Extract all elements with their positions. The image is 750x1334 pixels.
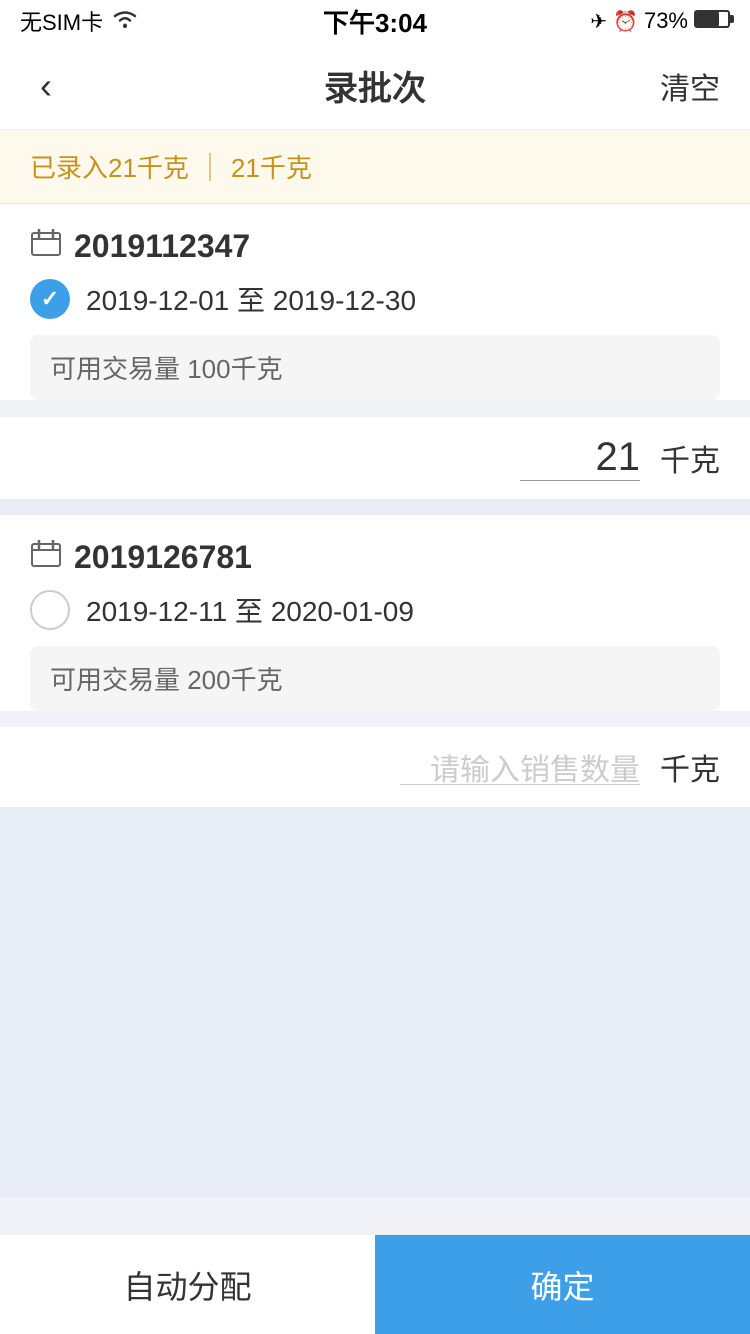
batch-header-2: 2019126781 bbox=[30, 539, 720, 576]
batch-icon-2 bbox=[30, 540, 62, 575]
amount-value-1: 21 bbox=[596, 435, 641, 479]
wifi-icon bbox=[111, 7, 139, 35]
status-right: ✈ ⏰ 73% bbox=[590, 8, 730, 34]
amount-input-1[interactable]: 21 bbox=[520, 435, 640, 481]
placeholder-area-2: 请输入销售数量 千克 bbox=[0, 727, 750, 807]
radio-checked-1[interactable]: ✓ bbox=[30, 279, 70, 319]
battery-icon bbox=[694, 8, 730, 34]
bottom-spacer bbox=[0, 807, 750, 1197]
qty-placeholder-2: 请输入销售数量 bbox=[430, 745, 640, 789]
page-title: 录批次 bbox=[324, 61, 426, 110]
available-qty-1: 可用交易量 100千克 bbox=[30, 335, 720, 400]
nav-bar: ‹ 录批次 清空 bbox=[0, 42, 750, 130]
location-icon: ✈ bbox=[590, 9, 607, 34]
qty-input-2[interactable]: 请输入销售数量 bbox=[400, 749, 640, 785]
batch-row-2[interactable]: 2019-12-11 至 2020-01-09 bbox=[30, 590, 720, 630]
batch-id-2: 2019126781 bbox=[74, 539, 252, 576]
summary-divider bbox=[209, 153, 211, 181]
available-qty-2: 可用交易量 200千克 bbox=[30, 646, 720, 711]
confirm-button[interactable]: 确定 bbox=[375, 1235, 750, 1334]
status-time: 下午3:04 bbox=[323, 3, 427, 40]
back-button[interactable]: ‹ bbox=[30, 55, 62, 117]
summary-amount: 21千克 bbox=[231, 148, 312, 185]
clear-button[interactable]: 清空 bbox=[660, 64, 720, 108]
separator-1 bbox=[0, 499, 750, 515]
checkmark-1: ✓ bbox=[41, 286, 59, 312]
status-bar: 无SIM卡 下午3:04 ✈ ⏰ 73% bbox=[0, 0, 750, 42]
radio-unchecked-2[interactable] bbox=[30, 590, 70, 630]
batch-item-1: 2019112347 ✓ 2019-12-01 至 2019-12-30 可用交… bbox=[0, 204, 750, 400]
bottom-buttons: 自动分配 确定 bbox=[0, 1234, 750, 1334]
summary-banner: 已录入21千克 21千克 bbox=[0, 130, 750, 204]
auto-distribute-button[interactable]: 自动分配 bbox=[0, 1235, 375, 1334]
alarm-icon: ⏰ bbox=[613, 9, 638, 34]
batch-header-1: 2019112347 bbox=[30, 228, 720, 265]
batch-item-2: 2019126781 2019-12-11 至 2020-01-09 可用交易量… bbox=[0, 515, 750, 711]
carrier-text: 无SIM卡 bbox=[20, 5, 103, 37]
qty-unit-2: 千克 bbox=[660, 745, 720, 789]
batch-id-1: 2019112347 bbox=[74, 228, 250, 265]
status-left: 无SIM卡 bbox=[20, 5, 139, 37]
recorded-label: 已录入21千克 bbox=[30, 148, 189, 185]
amount-area-1: 21 千克 bbox=[0, 416, 750, 499]
batch-date-1: 2019-12-01 至 2019-12-30 bbox=[86, 279, 416, 319]
batch-icon-1 bbox=[30, 229, 62, 264]
batch-row-1[interactable]: ✓ 2019-12-01 至 2019-12-30 bbox=[30, 279, 720, 319]
battery-pct: 73% bbox=[644, 8, 688, 34]
amount-unit-1: 千克 bbox=[660, 436, 720, 480]
batch-date-2: 2019-12-11 至 2020-01-09 bbox=[86, 590, 414, 630]
